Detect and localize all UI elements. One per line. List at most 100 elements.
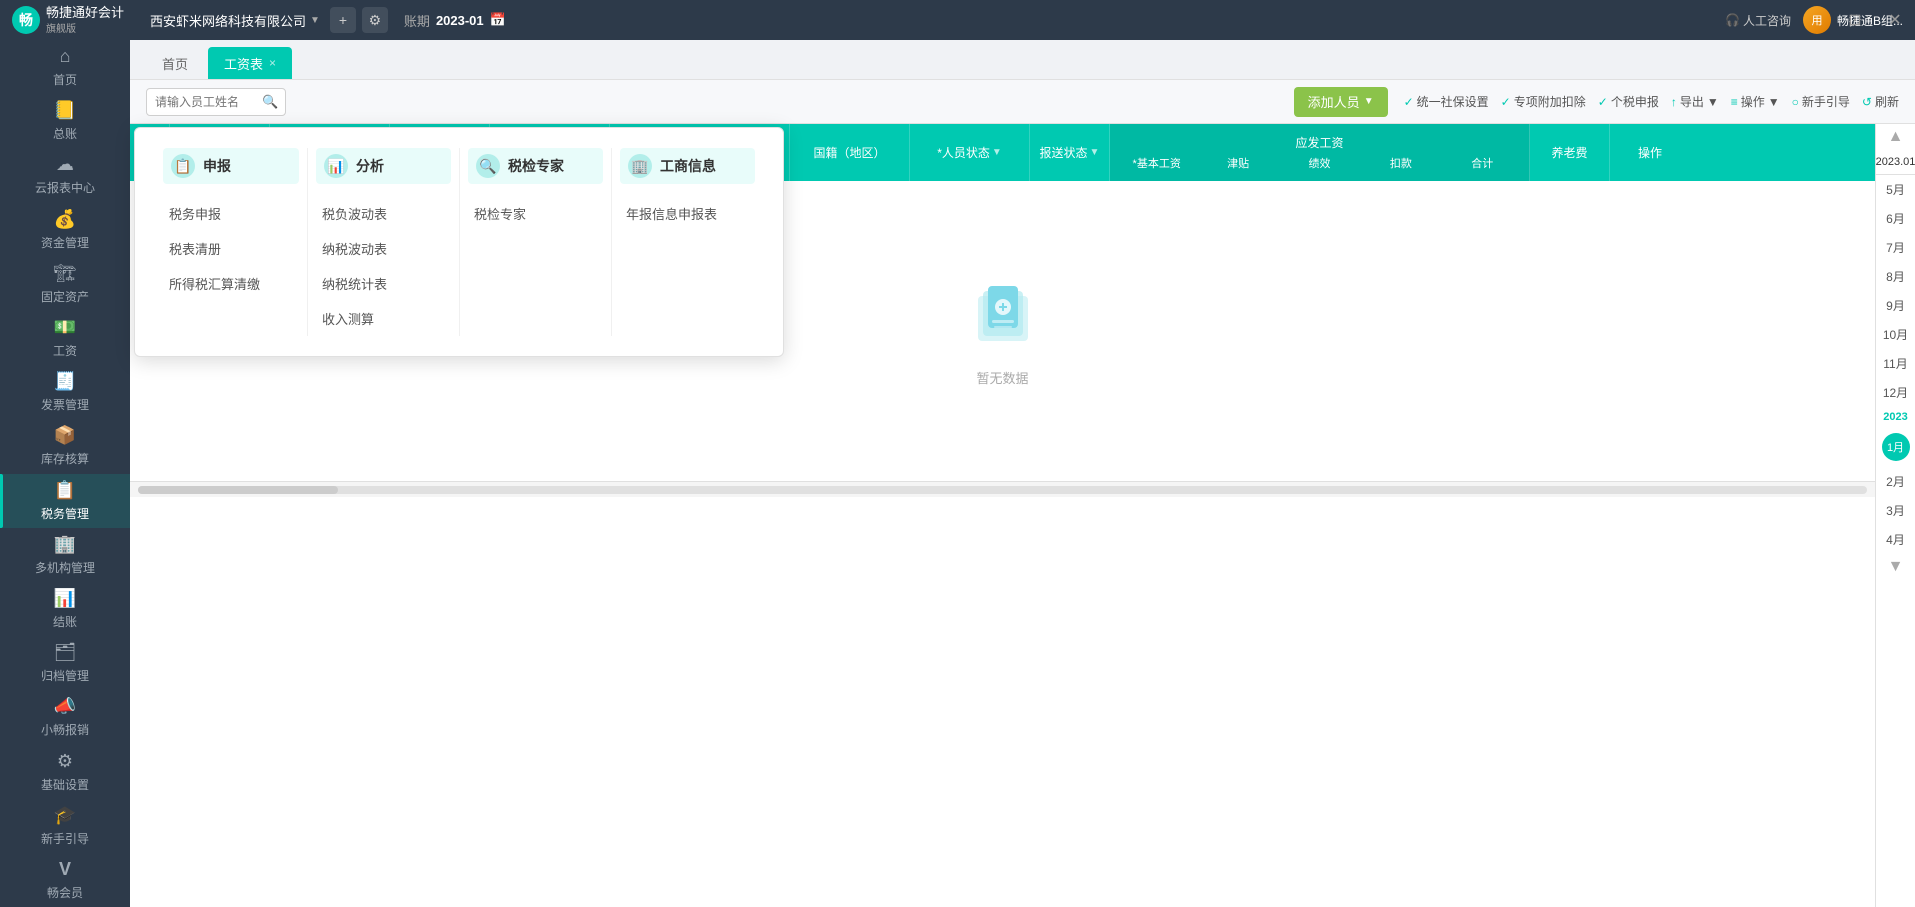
sidebar-item-invoice[interactable]: 🧾 发票管理 — [0, 365, 130, 419]
report-filter-icon[interactable]: ▼ — [1090, 147, 1100, 158]
dropdown-item-expert[interactable]: 税检专家 — [468, 196, 603, 231]
empty-illustration — [963, 276, 1043, 356]
sidebar-label-salary: 工资 — [53, 342, 77, 359]
assets-icon: 🏗 — [54, 263, 77, 284]
period-value: 2023-01 — [436, 13, 484, 28]
dropdown-item-income-estimate[interactable]: 收入测算 — [316, 301, 451, 336]
settings-button[interactable]: ⚙ — [362, 7, 388, 33]
sidebar-label-cloud: 云报表中心 — [35, 179, 95, 196]
dropdown-item-tax-fluctuation[interactable]: 纳税波动表 — [316, 231, 451, 266]
guide-button[interactable]: ○ 新手引导 — [1792, 93, 1850, 110]
tax-declaration-icon: ✓ — [1598, 95, 1608, 109]
tab-home[interactable]: 首页 — [146, 47, 204, 79]
th-base-salary: *基本工资 — [1116, 153, 1197, 173]
dropdown-item-tax-burden[interactable]: 税负波动表 — [316, 196, 451, 231]
salary-icon: 💵 — [54, 317, 76, 338]
restore-button[interactable]: ⊡ — [1835, 0, 1875, 40]
toolbar-actions: ✓ 统一社保设置 ✓ 专项附加扣除 ✓ 个税申报 ↑ 导出 ▼ ≡ — [1404, 93, 1899, 110]
status-filter-icon[interactable]: ▼ — [992, 147, 1002, 158]
sidebar-label-guide: 新手引导 — [41, 830, 89, 847]
month-11[interactable]: 11月 — [1876, 349, 1915, 378]
dropdown-item-annual-report[interactable]: 年报信息申报表 — [620, 196, 755, 231]
tab-home-label: 首页 — [162, 54, 188, 73]
dropdown-item-annual-reconcile[interactable]: 所得税汇算清缴 — [163, 266, 299, 301]
period-calendar-icon[interactable]: 📅 — [490, 12, 506, 28]
right-panel-up-nav[interactable]: ▲ — [1884, 124, 1908, 150]
sidebar-item-member[interactable]: V 畅会员 — [0, 853, 130, 907]
window-controls: ⊡ ✕ — [1835, 0, 1915, 40]
add-person-button[interactable]: 添加人员 ▼ — [1294, 87, 1388, 117]
right-panel: ▲ 2023.01 5月 6月 7月 8月 9月 10月 11月 12月 202… — [1875, 124, 1915, 907]
social-security-button[interactable]: ✓ 统一社保设置 — [1404, 93, 1489, 110]
sidebar-item-fund[interactable]: 💰 资金管理 — [0, 203, 130, 257]
sidebar-item-salary[interactable]: 💵 工资 — [0, 311, 130, 365]
month-3[interactable]: 3月 — [1876, 496, 1915, 525]
tab-salary-label: 工资表 — [224, 54, 263, 73]
sidebar-item-home[interactable]: ⌂ 首页 — [0, 40, 130, 94]
close-button[interactable]: ✕ — [1875, 0, 1915, 40]
tab-close-icon[interactable]: × — [269, 56, 276, 70]
search-wrapper: 🔍 — [146, 88, 278, 116]
export-button[interactable]: ↑ 导出 ▼ — [1671, 93, 1719, 110]
year-display: 2023.01 — [1876, 156, 1915, 168]
operation-button[interactable]: ≡ 操作 ▼ — [1731, 93, 1780, 110]
top-header: 畅 畅捷通好会计 旗舰版 西安虾米网络科技有限公司 ▼ + ⚙ 账期 2023-… — [0, 0, 1915, 40]
dropdown-item-tax-stats[interactable]: 纳税统计表 — [316, 266, 451, 301]
header-actions: + ⚙ — [330, 7, 388, 33]
horizontal-scrollbar[interactable] — [130, 481, 1875, 497]
sidebar-item-archive[interactable]: 🗂 归档管理 — [0, 636, 130, 690]
month-5[interactable]: 5月 — [1876, 175, 1915, 204]
sidebar-item-ledger[interactable]: 📒 总账 — [0, 94, 130, 148]
month-12[interactable]: 12月 — [1876, 378, 1915, 407]
tax-declaration-button[interactable]: ✓ 个税申报 — [1598, 93, 1659, 110]
year-2023-label: 2023 — [1876, 407, 1915, 427]
sidebar-item-settings[interactable]: ⚙ 基础设置 — [0, 744, 130, 798]
sidebar-label-inventory: 库存核算 — [41, 450, 89, 467]
month-4[interactable]: 4月 — [1876, 525, 1915, 554]
scrollbar-thumb[interactable] — [138, 486, 338, 494]
search-icon[interactable]: 🔍 — [262, 94, 278, 110]
dropdown-item-tax-table[interactable]: 税表清册 — [163, 231, 299, 266]
th-status: *人员状态 ▼ — [910, 124, 1030, 181]
add-person-arrow: ▼ — [1364, 96, 1374, 107]
month-7[interactable]: 7月 — [1876, 233, 1915, 262]
app-logo-icon: 畅 — [12, 6, 40, 34]
month-8[interactable]: 8月 — [1876, 262, 1915, 291]
add-company-button[interactable]: + — [330, 7, 356, 33]
company-selector[interactable]: 西安虾米网络科技有限公司 ▼ — [150, 11, 320, 30]
sidebar-item-tax[interactable]: 📋 税务管理 — [0, 474, 130, 528]
dropdown-item-tax-declaration[interactable]: 税务申报 — [163, 196, 299, 231]
ledger-icon: 📒 — [54, 100, 76, 121]
month-2[interactable]: 2月 — [1876, 467, 1915, 496]
month-10[interactable]: 10月 — [1876, 320, 1915, 349]
sidebar-item-guide[interactable]: 🎓 新手引导 — [0, 799, 130, 853]
sidebar-item-cloud[interactable]: ☁ 云报表中心 — [0, 148, 130, 202]
month-1[interactable]: 1月 — [1876, 427, 1915, 467]
close-books-icon: 📊 — [54, 588, 76, 609]
refresh-button[interactable]: ↺ 刷新 — [1862, 93, 1899, 110]
tab-salary[interactable]: 工资表 × — [208, 47, 292, 79]
month-9[interactable]: 9月 — [1876, 291, 1915, 320]
help-button[interactable]: 🎧 人工咨询 — [1725, 12, 1791, 29]
sidebar-item-assets[interactable]: 🏗 固定资产 — [0, 257, 130, 311]
special-deduction-button[interactable]: ✓ 专项附加扣除 — [1501, 93, 1586, 110]
export-arrow: ▼ — [1707, 95, 1719, 109]
sidebar-item-inventory[interactable]: 📦 库存核算 — [0, 419, 130, 473]
sidebar-item-multi[interactable]: 🏢 多机构管理 — [0, 528, 130, 582]
headset-icon: 🎧 — [1725, 13, 1740, 27]
analysis-icon: 📊 — [324, 154, 348, 178]
sidebar-label-multi: 多机构管理 — [35, 559, 95, 576]
month-6[interactable]: 6月 — [1876, 204, 1915, 233]
operation-icon: ≡ — [1731, 95, 1738, 109]
social-security-icon: ✓ — [1404, 95, 1414, 109]
restore-icon: ⊡ — [1848, 10, 1861, 30]
scrollbar-track[interactable] — [138, 486, 1867, 494]
dropdown-section-business: 🏢 工商信息 年报信息申报表 — [611, 148, 763, 336]
sidebar-item-expense[interactable]: 📣 小畅报销 — [0, 690, 130, 744]
company-name: 西安虾米网络科技有限公司 — [150, 11, 306, 30]
guide-icon: 🎓 — [54, 805, 76, 826]
right-panel-down-nav[interactable]: ▼ — [1884, 554, 1908, 580]
special-deduction-icon: ✓ — [1501, 95, 1511, 109]
sidebar-item-close[interactable]: 📊 结账 — [0, 582, 130, 636]
th-report-status: 报送状态 ▼ — [1030, 124, 1110, 181]
